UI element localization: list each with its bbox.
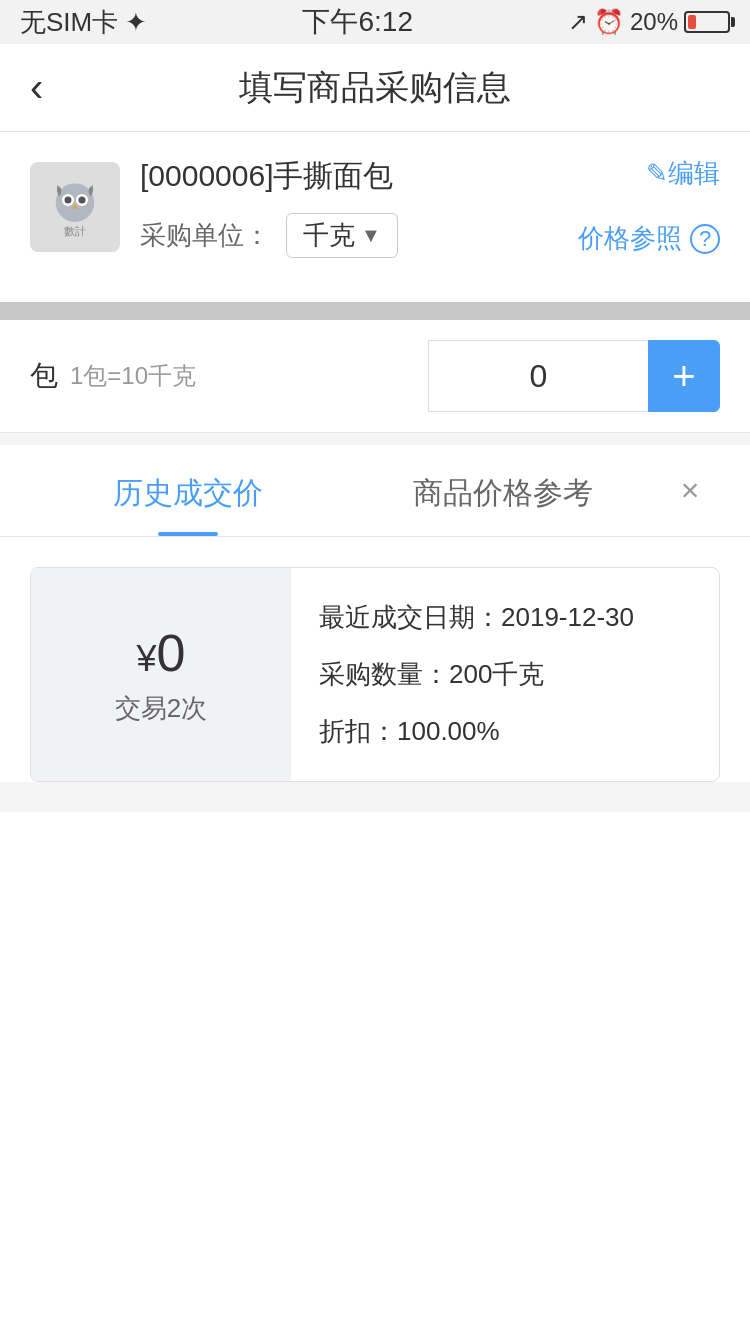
tab-product-price-ref-label: 商品价格参考 xyxy=(413,476,593,509)
carrier-text: 无SIM卡 ✦ xyxy=(20,5,147,40)
svg-point-4 xyxy=(79,197,86,204)
product-image-icon: 數計 xyxy=(40,172,110,242)
pkg-unit: 1包=10千克 xyxy=(70,360,196,392)
purchase-quantity-label: 采购数量： xyxy=(319,659,449,689)
battery-fill xyxy=(688,15,696,29)
status-bar: 无SIM卡 ✦ 下午6:12 ↗ ⏰ 20% xyxy=(0,0,750,44)
battery-percent: 20% xyxy=(630,8,678,36)
status-left: 无SIM卡 ✦ xyxy=(20,5,147,40)
back-button[interactable]: ‹ xyxy=(20,55,53,120)
product-info: [0000006]手撕面包 采购单位： 千克 ▼ xyxy=(140,156,398,258)
product-thumbnail: 數計 xyxy=(30,162,120,252)
alarm-icon: ⏰ xyxy=(594,8,624,36)
pkg-label: 包 xyxy=(30,357,58,395)
discount-row: 折扣：100.00% xyxy=(319,712,691,751)
currency-symbol: ¥ xyxy=(137,638,157,679)
location-icon: ↗ xyxy=(568,8,588,36)
quantity-plus-button[interactable]: + xyxy=(648,340,720,412)
discount-label: 折扣： xyxy=(319,716,397,746)
quantity-label: 包 1包=10千克 xyxy=(30,357,196,395)
nav-bar: ‹ 填写商品采购信息 xyxy=(0,44,750,132)
price-ref-button[interactable]: 价格参照 ? xyxy=(578,221,720,256)
product-header: 數計 [0000006]手撕面包 采购单位： 千克 ▼ ✎编辑 价格参照 ? xyxy=(30,156,720,258)
svg-point-3 xyxy=(65,197,72,204)
history-price-panel: ¥0 交易2次 xyxy=(31,568,291,781)
page-title: 填写商品采购信息 xyxy=(239,65,511,111)
unit-value: 千克 xyxy=(303,218,355,253)
recent-date-value: 2019-12-30 xyxy=(501,602,634,632)
history-details-panel: 最近成交日期：2019-12-30 采购数量：200千克 折扣：100.00% xyxy=(291,568,719,781)
quantity-control: + xyxy=(428,340,720,412)
unit-select[interactable]: 千克 ▼ xyxy=(286,213,398,258)
status-time: 下午6:12 xyxy=(302,3,413,41)
tabs-header: 历史成交价 商品价格参考 × xyxy=(0,445,750,537)
status-right: ↗ ⏰ 20% xyxy=(568,8,730,36)
battery-icon xyxy=(684,11,730,33)
history-price-display: ¥0 xyxy=(137,623,186,683)
edit-button[interactable]: ✎编辑 xyxy=(646,156,720,191)
svg-text:數計: 數計 xyxy=(64,225,86,237)
purchase-unit-row: 采购单位： 千克 ▼ xyxy=(140,213,398,258)
product-actions: ✎编辑 价格参照 ? xyxy=(578,156,720,256)
section-divider xyxy=(0,302,750,320)
history-trades-count: 交易2次 xyxy=(115,691,207,726)
tabs-close-button[interactable]: × xyxy=(660,461,720,521)
recent-date-row: 最近成交日期：2019-12-30 xyxy=(319,598,691,637)
tab-product-price-ref[interactable]: 商品价格参考 xyxy=(345,445,660,536)
purchase-quantity-value: 200千克 xyxy=(449,659,544,689)
price-ref-help-icon[interactable]: ? xyxy=(690,224,720,254)
main-content xyxy=(0,812,750,1334)
unit-label: 采购单位： xyxy=(140,218,270,253)
history-card: ¥0 交易2次 最近成交日期：2019-12-30 采购数量：200千克 折扣：… xyxy=(30,567,720,782)
tabs-section: 历史成交价 商品价格参考 × ¥0 交易2次 最近成交日期：2019-12-30… xyxy=(0,445,750,782)
discount-value: 100.00% xyxy=(397,716,500,746)
quantity-row: 包 1包=10千克 + xyxy=(0,320,750,433)
tab-history-price[interactable]: 历史成交价 xyxy=(30,445,345,536)
dropdown-arrow-icon: ▼ xyxy=(361,224,381,247)
svg-point-0 xyxy=(56,183,95,222)
product-name: [0000006]手撕面包 xyxy=(140,156,398,197)
product-left: 數計 [0000006]手撕面包 采购单位： 千克 ▼ xyxy=(30,156,398,258)
price-value: 0 xyxy=(157,624,186,682)
quantity-input[interactable] xyxy=(428,340,648,412)
purchase-quantity-row: 采购数量：200千克 xyxy=(319,655,691,694)
tab-history-price-label: 历史成交价 xyxy=(113,476,263,509)
product-card: 數計 [0000006]手撕面包 采购单位： 千克 ▼ ✎编辑 价格参照 ? xyxy=(0,132,750,302)
recent-date-label: 最近成交日期： xyxy=(319,602,501,632)
price-ref-label: 价格参照 xyxy=(578,221,682,256)
